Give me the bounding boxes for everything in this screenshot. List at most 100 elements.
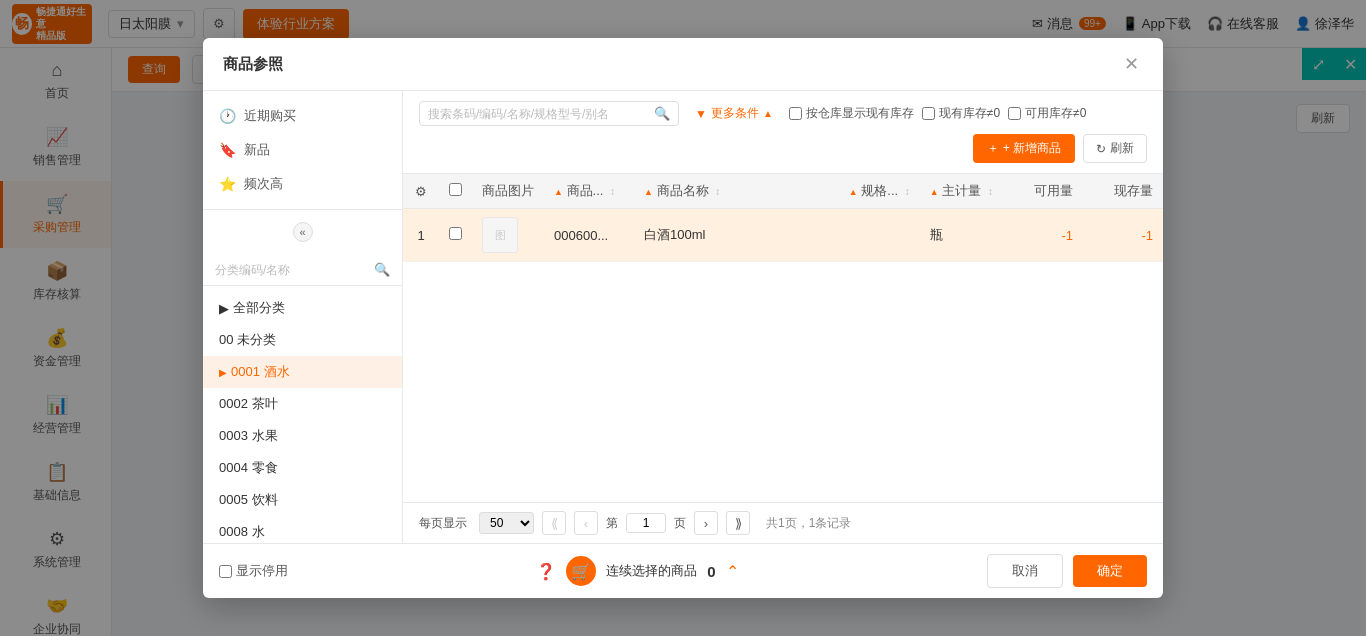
table-row[interactable]: 1 图 (403, 209, 1163, 262)
nav-recent-label: 近期购买 (244, 107, 296, 125)
left-nav: 🕐 近期购买 🔖 新品 ⭐ 频次高 (203, 91, 402, 210)
col-unit-header[interactable]: ▲ 主计量 ↕ (920, 174, 1003, 209)
refresh-button[interactable]: ↻ 刷新 (1083, 134, 1147, 163)
category-0005[interactable]: 0005 饮料 (203, 484, 402, 516)
category-all[interactable]: ▶ 全部分类 (203, 292, 402, 324)
category-00[interactable]: 00 未分类 (203, 324, 402, 356)
modal-title: 商品参照 (223, 55, 283, 74)
available-stock-checkbox-group: 可用库存≠0 (1008, 105, 1086, 122)
pagination: 每页显示 50 10 20 100 ⟪ ‹ 第 页 (403, 502, 1163, 543)
stock-col-label: 现存量 (1114, 183, 1153, 198)
code-col-label: 商品... (567, 183, 604, 198)
settings-col-icon[interactable]: ⚙ (415, 184, 427, 199)
warehouse-checkbox[interactable] (789, 107, 802, 120)
current-stock-label: 现有库存≠0 (939, 105, 1000, 122)
product-search-box: 🔍 (419, 101, 679, 126)
row-check (439, 209, 472, 262)
row-checkbox[interactable] (449, 227, 462, 240)
toolbar-actions: ＋ + 新增商品 ↻ 刷新 (973, 134, 1147, 163)
table-body: 1 图 (403, 209, 1163, 262)
confirm-button[interactable]: 确定 (1073, 555, 1147, 587)
page-label: 第 (606, 515, 618, 532)
last-page-button[interactable]: ⟫ (726, 511, 750, 535)
cart-count: 0 (707, 563, 715, 580)
main-layout: ⌂ 首页 📈 销售管理 🛒 采购管理 📦 库存核算 💰 资金管理 📊 经营管理 … (0, 48, 1366, 636)
current-stock-checkbox-group: 现有库存≠0 (922, 105, 1000, 122)
add-btn-label: + 新增商品 (1003, 140, 1061, 157)
col-spec-header[interactable]: ▲ 规格... ↕ (839, 174, 920, 209)
prev-page-button[interactable]: ‹ (574, 511, 598, 535)
plus-icon: ＋ (987, 140, 999, 157)
row-spec (839, 209, 920, 262)
nav-recent[interactable]: 🕐 近期购买 (203, 99, 402, 133)
show-disabled-label: 显示停用 (236, 562, 288, 580)
search-icon: 🔍 (654, 106, 670, 121)
per-page-select[interactable]: 50 10 20 100 (479, 512, 534, 534)
sort-icon3: ↕ (905, 186, 910, 197)
available-stock-checkbox[interactable] (1008, 107, 1021, 120)
frequent-icon: ⭐ (219, 176, 236, 192)
product-image: 图 (482, 217, 518, 253)
show-disabled-checkbox[interactable] (219, 565, 232, 578)
refresh-icon: ↻ (1096, 142, 1106, 156)
nav-new[interactable]: 🔖 新品 (203, 133, 402, 167)
sort-icon: ↕ (610, 186, 615, 197)
category-0001[interactable]: ▶ 0001 酒水 (203, 356, 402, 388)
more-filter-button[interactable]: ▼ 更多条件 ▲ (687, 101, 781, 126)
first-page-button[interactable]: ⟪ (542, 511, 566, 535)
filter-btn-label: 更多条件 (711, 105, 759, 122)
category-all-text: 全部分类 (233, 299, 285, 317)
modal-close-button[interactable]: ✕ (1119, 52, 1143, 76)
add-product-button[interactable]: ＋ + 新增商品 (973, 134, 1075, 163)
product-search-input[interactable] (428, 107, 648, 121)
help-icon[interactable]: ❓ (536, 562, 556, 581)
collapse-button[interactable]: « (293, 222, 313, 242)
category-0003-text: 0003 水果 (219, 427, 278, 445)
next-page-button[interactable]: › (694, 511, 718, 535)
main-content: 查询 设置 ⤢ ✕ 刷新 商品参照 ✕ (112, 48, 1366, 636)
spec-col-label: 规格... (861, 183, 898, 198)
select-all-checkbox[interactable] (449, 183, 462, 196)
col-code-header[interactable]: ▲ 商品... ↕ (544, 174, 634, 209)
filter-icon: ▼ (695, 107, 707, 121)
category-0008[interactable]: 0008 水 (203, 516, 402, 543)
col-avail-header: 可用量 (1003, 174, 1083, 209)
refresh-btn-label: 刷新 (1110, 140, 1134, 157)
category-0008-text: 0008 水 (219, 523, 265, 541)
col-name-header[interactable]: ▲ 商品名称 ↕ (634, 174, 839, 209)
modal-footer: 显示停用 ❓ 🛒 连续选择的商品 0 ⌃ 取消 确定 (203, 543, 1163, 598)
current-stock-checkbox[interactable] (922, 107, 935, 120)
collapse-icon[interactable]: ⌃ (726, 562, 739, 581)
nav-frequent-label: 频次高 (244, 175, 283, 193)
category-00-text: 00 未分类 (219, 331, 276, 349)
avail-col-label: 可用量 (1034, 183, 1073, 198)
warehouse-checkbox-label: 按仓库显示现有库存 (806, 105, 914, 122)
product-table-wrap: ⚙ 商品图片 (403, 174, 1163, 502)
nav-frequent[interactable]: ⭐ 频次高 (203, 167, 402, 201)
category-search: 🔍 (203, 254, 402, 286)
cancel-button[interactable]: 取消 (987, 554, 1063, 588)
recent-icon: 🕐 (219, 108, 236, 124)
category-0003[interactable]: 0003 水果 (203, 420, 402, 452)
category-0002[interactable]: 0002 茶叶 (203, 388, 402, 420)
pagination-total: 共1页，1条记录 (766, 515, 851, 532)
chevron-up-icon: ▲ (763, 108, 773, 119)
row-img: 图 (472, 209, 544, 262)
row-num: 1 (403, 209, 439, 262)
col-stock-header: 现存量 (1083, 174, 1163, 209)
category-0004[interactable]: 0004 零食 (203, 452, 402, 484)
available-stock-label: 可用库存≠0 (1025, 105, 1086, 122)
page-suffix: 页 (674, 515, 686, 532)
name-col-label: 商品名称 (657, 183, 709, 198)
category-search-input[interactable] (215, 263, 368, 277)
cart-label: 连续选择的商品 (606, 562, 697, 580)
unit-col-label: 主计量 (942, 183, 981, 198)
modal-right-panel: 🔍 ▼ 更多条件 ▲ 按仓库显示现有库存 (403, 91, 1163, 543)
sort-up-icon: ▲ (554, 187, 563, 197)
category-0005-text: 0005 饮料 (219, 491, 278, 509)
img-col-label: 商品图片 (482, 183, 534, 198)
page-input[interactable] (626, 513, 666, 533)
col-num-header: ⚙ (403, 174, 439, 209)
category-0004-text: 0004 零食 (219, 459, 278, 477)
cart-icon[interactable]: 🛒 (566, 556, 596, 586)
